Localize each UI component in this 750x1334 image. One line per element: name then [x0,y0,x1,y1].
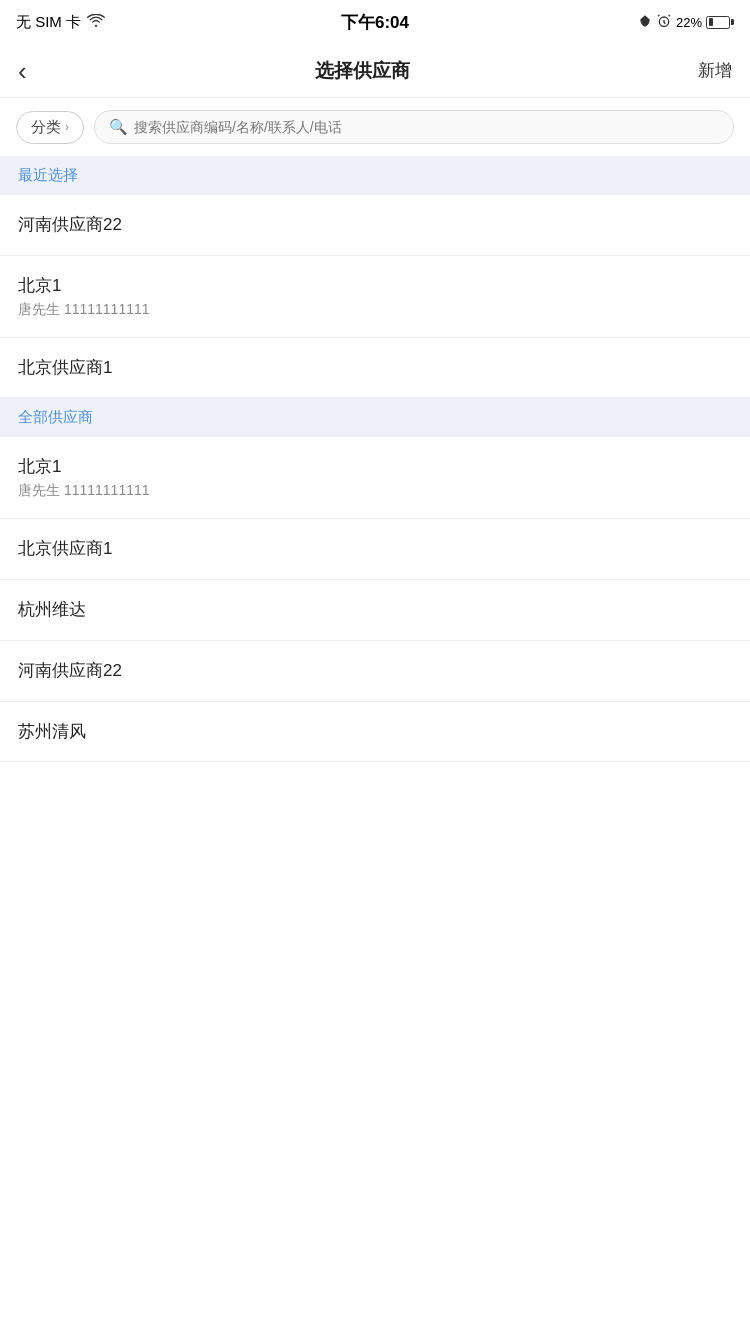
all-items-list: 北京1 唐先生 11111111111 北京供应商1 杭州维达河南供应商22 苏州清风 [0,437,750,762]
search-icon: 🔍 [109,118,128,136]
location-icon [638,14,652,31]
list-item[interactable]: 北京供应商1 [0,519,750,580]
all-section-header: 全部供应商 [0,398,750,437]
back-button[interactable]: ‹ [18,58,27,84]
status-right: 22% [638,13,734,32]
list-item[interactable]: 河南供应商22 [0,641,750,702]
list-item[interactable]: 北京1 唐先生 11111111111 [0,256,750,338]
category-button[interactable]: 分类 › [16,111,84,144]
nav-bar: ‹ 选择供应商 新增 [0,44,750,98]
list-item[interactable]: 北京供应商1 [0,338,750,399]
list-item[interactable]: 杭州维达 [0,580,750,641]
battery-icon [706,16,734,29]
item-name: 北京1 [18,455,732,479]
category-label: 分类 [31,118,61,137]
item-contact: 唐先生 11111111111 [18,301,732,319]
item-name: 北京供应商1 [18,537,732,561]
all-section-label: 全部供应商 [18,408,93,425]
item-contact: 唐先生 11111111111 [18,482,732,500]
carrier-text: 无 SIM 卡 [16,13,81,32]
item-name: 北京1 [18,274,732,298]
recent-items-list: 河南供应商22 北京1 唐先生 11111111111 北京供应商1 [0,195,750,398]
list-item[interactable]: 苏州清风 [0,702,750,763]
recent-section-label: 最近选择 [18,166,78,183]
item-name: 河南供应商22 [18,659,732,683]
status-left: 无 SIM 卡 [16,13,105,32]
chevron-right-icon: › [65,120,69,134]
item-name: 杭州维达 [18,598,732,622]
search-bar: 分类 › 🔍 [0,98,750,156]
item-name: 苏州清风 [18,720,732,744]
status-bar: 无 SIM 卡 下午6:04 22% [0,0,750,44]
item-name: 北京供应商1 [18,356,732,380]
add-button[interactable]: 新增 [698,59,732,82]
list-item[interactable]: 河南供应商22 [0,195,750,256]
status-time: 下午6:04 [341,11,409,34]
list-item[interactable]: 北京1 唐先生 11111111111 [0,437,750,519]
page-title: 选择供应商 [315,58,410,84]
search-input-wrap[interactable]: 🔍 [94,110,734,144]
recent-section-header: 最近选择 [0,156,750,195]
item-name: 河南供应商22 [18,213,732,237]
wifi-icon [87,14,105,31]
alarm-icon [656,13,672,32]
battery-percent: 22% [676,15,702,30]
search-input[interactable] [134,119,719,135]
